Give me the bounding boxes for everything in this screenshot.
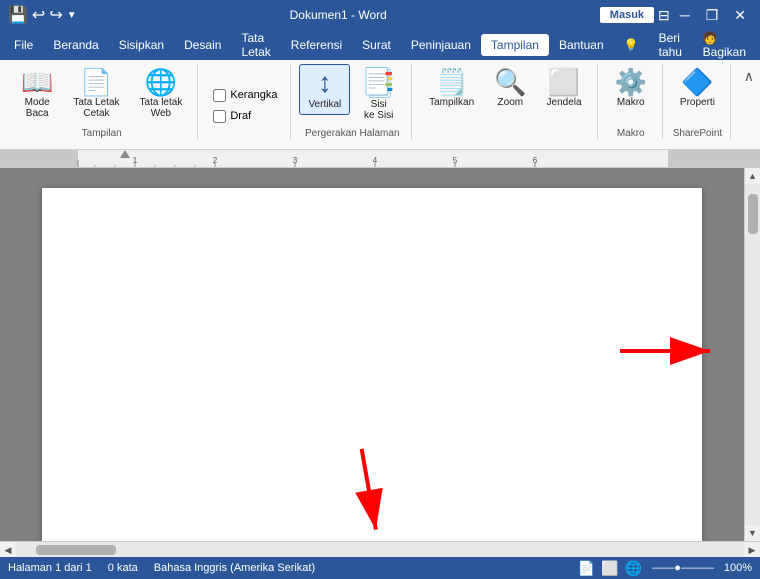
- menu-sisipkan[interactable]: Sisipkan: [109, 34, 174, 56]
- customize-qat-icon[interactable]: ▼: [67, 10, 77, 21]
- group-label-makro: Makro: [617, 128, 645, 139]
- makro-label: Makro: [617, 97, 645, 108]
- status-bar: Halaman 1 dari 1 0 kata Bahasa Inggris (…: [0, 557, 760, 579]
- menu-desain[interactable]: Desain: [174, 34, 231, 56]
- kerangka-checkbox[interactable]: [213, 89, 226, 102]
- zoom-button[interactable]: 🔍 Zoom: [485, 64, 535, 113]
- makro-icon: ⚙️: [615, 69, 647, 95]
- jendela-button[interactable]: ⬜ Jendela: [538, 64, 591, 113]
- tata-letak-cetak-button[interactable]: 📄 Tata LetakCetak: [64, 64, 128, 124]
- draf-label: Draf: [230, 110, 251, 122]
- page-info[interactable]: Halaman 1 dari 1: [8, 562, 92, 574]
- makro-button[interactable]: ⚙️ Makro: [606, 64, 656, 113]
- close-button[interactable]: ✕: [728, 7, 752, 24]
- tampilkan-button[interactable]: 🗒️ Tampilkan: [420, 64, 483, 113]
- masuk-button[interactable]: Masuk: [600, 7, 654, 23]
- document-page[interactable]: [42, 188, 702, 541]
- vertikal-label: Vertikal: [308, 99, 341, 110]
- vertikal-button[interactable]: ↕ Vertikal: [299, 64, 350, 115]
- tata-letak-web-icon: 🌐: [145, 69, 177, 95]
- group-label-tampilan: Tampilan: [82, 128, 122, 139]
- hscroll-track[interactable]: [16, 542, 744, 557]
- tata-letak-cetak-icon: 📄: [80, 69, 112, 95]
- tampilkan-label: Tampilkan: [429, 97, 474, 108]
- sisi-ke-sisi-label: Sisike Sisi: [364, 99, 393, 121]
- words-count[interactable]: 0 kata: [108, 562, 138, 574]
- menu-lightbulb[interactable]: 💡: [614, 34, 649, 56]
- properti-icon: 🔷: [681, 69, 713, 95]
- scroll-down-button[interactable]: ▼: [745, 525, 760, 541]
- ribbon-group-views: 📖 ModeBaca 📄 Tata LetakCetak 🌐 Tata leta…: [6, 64, 198, 139]
- ribbon-group-makro: ⚙️ Makro Makro: [600, 64, 663, 139]
- menu-bagikan[interactable]: 🧑 Bagikan: [693, 27, 756, 63]
- menu-tata-letak[interactable]: Tata Letak: [231, 27, 280, 63]
- kerangka-label: Kerangka: [230, 89, 277, 101]
- properti-label: Properti: [680, 97, 715, 108]
- zoom-icon: 🔍: [494, 69, 526, 95]
- status-right: 📄 ⬜ 🌐 ——●——— 100%: [578, 560, 752, 577]
- sisi-ke-sisi-button[interactable]: 📑 Sisike Sisi: [352, 64, 405, 126]
- kerangka-checkbox-label[interactable]: Kerangka: [206, 86, 284, 105]
- language-info[interactable]: Bahasa Inggris (Amerika Serikat): [154, 562, 315, 574]
- undo-icon[interactable]: ↩: [32, 5, 45, 25]
- tampilkan-icon: 🗒️: [435, 69, 467, 95]
- scroll-up-button[interactable]: ▲: [745, 168, 760, 184]
- ribbon-group-pergerakan: ↕ Vertikal 📑 Sisike Sisi Pergerakan Hala…: [293, 64, 412, 139]
- properti-button[interactable]: 🔷 Properti: [671, 64, 724, 113]
- sisi-ke-sisi-icon: 📑: [361, 69, 396, 97]
- menu-file[interactable]: File: [4, 34, 43, 56]
- group-label-pergerakan: Pergerakan Halaman: [305, 128, 400, 139]
- mode-baca-label: ModeBaca: [25, 97, 50, 119]
- title-bar-left: 💾 ↩ ↪ ▼: [8, 5, 77, 25]
- scroll-left-button[interactable]: ◀: [0, 542, 16, 557]
- ribbon-display-icon[interactable]: ⊟: [658, 7, 670, 24]
- vertical-scrollbar[interactable]: ▲ ▼: [744, 168, 760, 541]
- horizontal-scrollbar[interactable]: ◀ ▶: [0, 541, 760, 557]
- read-mode-icon[interactable]: 📄: [578, 560, 595, 577]
- tata-letak-web-label: Tata letakWeb: [140, 97, 183, 119]
- title-bar-right: Masuk ⊟ ─ ❐ ✕: [600, 7, 752, 24]
- ribbon-group-sharepoint: 🔷 Properti SharePoint: [665, 64, 731, 139]
- restore-button[interactable]: ❐: [700, 7, 725, 24]
- mode-baca-icon: 📖: [21, 69, 53, 95]
- menu-peninjauan[interactable]: Peninjauan: [401, 34, 481, 56]
- draf-checkbox-label[interactable]: Draf: [206, 107, 284, 126]
- menu-beri-tahu[interactable]: Beri tahu: [649, 27, 693, 63]
- tata-letak-web-button[interactable]: 🌐 Tata letakWeb: [131, 64, 192, 124]
- draf-checkbox[interactable]: [213, 110, 226, 123]
- zoom-slider-area[interactable]: ——●———: [652, 562, 714, 574]
- scroll-right-button[interactable]: ▶: [744, 542, 760, 557]
- menu-referensi[interactable]: Referensi: [281, 34, 352, 56]
- menu-beranda[interactable]: Beranda: [43, 34, 108, 56]
- vertikal-icon: ↕: [318, 69, 332, 97]
- save-icon[interactable]: 💾: [8, 5, 28, 25]
- redo-icon[interactable]: ↪: [49, 5, 62, 25]
- web-layout-icon[interactable]: 🌐: [625, 560, 642, 577]
- hscroll-thumb[interactable]: [36, 545, 116, 555]
- ribbon-group-checkboxes: Kerangka Draf: [200, 64, 291, 139]
- print-layout-icon[interactable]: ⬜: [601, 560, 618, 577]
- jendela-icon: ⬜: [548, 69, 580, 95]
- menu-tampilan[interactable]: Tampilan: [481, 34, 549, 56]
- scroll-track[interactable]: [745, 184, 760, 525]
- collapse-ribbon-button[interactable]: ∧: [744, 68, 754, 85]
- zoom-percentage[interactable]: 100%: [724, 562, 752, 574]
- menu-bantuan[interactable]: Bantuan: [549, 34, 614, 56]
- scroll-thumb[interactable]: [748, 194, 758, 234]
- mode-baca-button[interactable]: 📖 ModeBaca: [12, 64, 62, 124]
- status-left: Halaman 1 dari 1 0 kata Bahasa Inggris (…: [8, 562, 315, 574]
- window-title: Dokumen1 - Word: [77, 8, 600, 22]
- menu-surat[interactable]: Surat: [352, 34, 401, 56]
- title-bar: 💾 ↩ ↪ ▼ Dokumen1 - Word Masuk ⊟ ─ ❐ ✕: [0, 0, 760, 30]
- ribbon: 📖 ModeBaca 📄 Tata LetakCetak 🌐 Tata leta…: [0, 60, 760, 150]
- ribbon-group-view-controls: 🗒️ Tampilkan 🔍 Zoom ⬜ Jendela: [414, 64, 597, 139]
- minimize-button[interactable]: ─: [674, 7, 696, 23]
- zoom-label: Zoom: [498, 97, 524, 108]
- group-label-sharepoint: SharePoint: [673, 128, 722, 139]
- ruler: 1 2 3 4 5 6: [0, 150, 760, 168]
- menu-bar: File Beranda Sisipkan Desain Tata Letak …: [0, 30, 760, 60]
- document-area[interactable]: [0, 168, 744, 541]
- tata-letak-cetak-label: Tata LetakCetak: [73, 97, 119, 119]
- jendela-label: Jendela: [547, 97, 582, 108]
